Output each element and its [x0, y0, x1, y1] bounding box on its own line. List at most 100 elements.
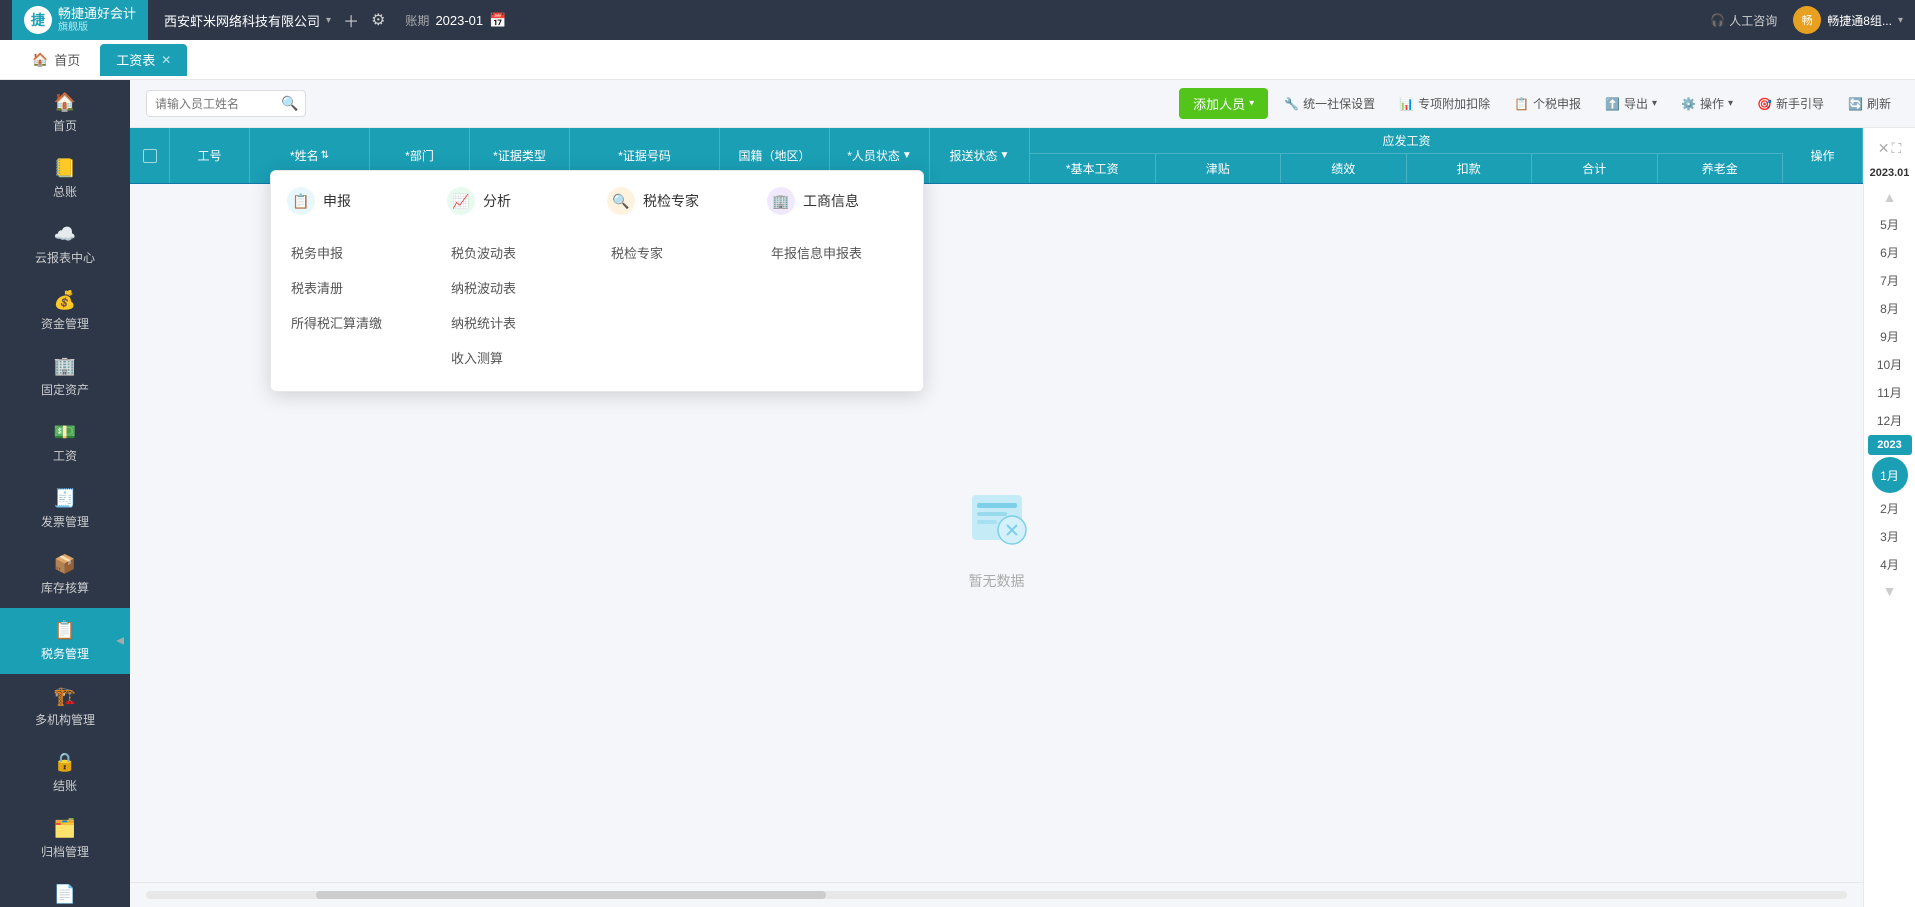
social-insurance-button[interactable]: 🔧 统一社保设置: [1276, 91, 1383, 116]
panel-down-arrow[interactable]: ▼: [1879, 579, 1901, 603]
salary-group-label: 应发工资: [1030, 128, 1783, 154]
tax-wave-item[interactable]: 税负波动表: [447, 235, 587, 270]
cloud-icon: ☁️: [54, 224, 76, 245]
settings-button[interactable]: ⚙: [371, 10, 385, 30]
dropdown-col-header-declare: 📋 申报: [287, 187, 427, 223]
archive-icon: 🗂️: [54, 818, 76, 839]
tax-expert-item[interactable]: 税检专家: [607, 235, 747, 270]
tax-return-button[interactable]: 📋 个税申报: [1506, 91, 1589, 116]
tab-bar: 🏠 首页 工资表 ✕: [0, 40, 1915, 80]
filter-icon[interactable]: ▼: [902, 150, 912, 161]
panel-year: 2023.01: [1870, 167, 1910, 179]
th-performance: 绩效: [1281, 154, 1407, 183]
panel-month-5[interactable]: 5月: [1870, 211, 1910, 237]
th-id: 工号: [170, 128, 250, 183]
sidebar-item-assets[interactable]: 🏢 固定资产: [0, 344, 130, 410]
panel-up-arrow[interactable]: ▲: [1879, 185, 1901, 209]
select-all-checkbox[interactable]: [143, 149, 157, 163]
sidebar-item-cloud-report[interactable]: ☁️ 云报表中心: [0, 212, 130, 278]
th-allowance: 津贴: [1156, 154, 1282, 183]
panel-month-6[interactable]: 6月: [1870, 239, 1910, 265]
salary-icon: 💵: [54, 422, 76, 443]
tax-stat-item[interactable]: 纳税统计表: [447, 305, 587, 340]
add-company-button[interactable]: ＋: [343, 8, 359, 32]
dropdown-col-biz-info: 🏢 工商信息 年报信息申报表: [767, 187, 907, 375]
operate-arrow-icon: ▾: [1728, 98, 1733, 109]
panel-close-icon[interactable]: ✕: [1878, 140, 1890, 157]
panel-month-11[interactable]: 11月: [1870, 379, 1910, 405]
calendar-icon[interactable]: 📅: [489, 12, 506, 29]
sidebar-arrow-icon: ◀: [116, 636, 124, 647]
search-input[interactable]: [155, 97, 275, 111]
h-scrollbar-thumb[interactable]: [316, 891, 826, 899]
th-salary-group: 应发工资 *基本工资 津贴 绩效: [1030, 128, 1783, 183]
add-person-button[interactable]: 添加人员 ▾: [1179, 88, 1268, 119]
export-arrow-icon: ▾: [1652, 98, 1657, 109]
home-nav-icon: 🏠: [54, 92, 76, 113]
ledger-icon: 📒: [54, 158, 76, 179]
fund-icon: 💰: [54, 290, 76, 311]
empty-icon: [957, 475, 1037, 555]
sidebar-item-fund[interactable]: 💰 资金管理: [0, 278, 130, 344]
sidebar-item-archive[interactable]: 🗂️ 归档管理: [0, 806, 130, 872]
sidebar-item-tax[interactable]: 📋 税务管理 ◀: [0, 608, 130, 674]
new-guide-icon: 🎯: [1757, 97, 1772, 111]
special-deduct-button[interactable]: 📊 专项附加扣除: [1391, 91, 1498, 116]
dropdown-col-header-biz: 🏢 工商信息: [767, 187, 907, 223]
service-button[interactable]: 🎧 人工咨询: [1710, 12, 1777, 29]
headset-icon: 🎧: [1710, 13, 1725, 27]
social-insurance-icon: 🔧: [1284, 97, 1299, 111]
refresh-button[interactable]: 🔄 刷新: [1840, 91, 1899, 116]
panel-month-3[interactable]: 3月: [1870, 523, 1910, 549]
period-label: 账期: [405, 12, 429, 29]
tab-salary[interactable]: 工资表 ✕: [100, 44, 187, 76]
panel-expand-icon[interactable]: ⛶: [1891, 140, 1901, 157]
sidebar-item-salary[interactable]: 💵 工资: [0, 410, 130, 476]
toolbar: 🔍 添加人员 ▾ 🔧 统一社保设置 📊 专项附加扣除 📋 个税申报 ⬆️ 导出: [130, 80, 1915, 128]
dropdown-col-tax-expert: 🔍 税检专家 税检专家: [607, 187, 747, 375]
search-wrap: 🔍: [146, 90, 306, 117]
user-button[interactable]: 畅 畅捷通8组... ▾: [1793, 6, 1903, 34]
sidebar-item-multi-org[interactable]: 🏗️ 多机构管理: [0, 674, 130, 740]
new-guide-button[interactable]: 🎯 新手引导: [1749, 91, 1832, 116]
top-header: 捷 畅捷通好会计 旗舰版 西安虾米网络科技有限公司 ▾ ＋ ⚙ 账期 2023-…: [0, 0, 1915, 40]
tax-icon: 📋: [54, 620, 76, 641]
panel-month-8[interactable]: 8月: [1870, 295, 1910, 321]
tax-table-item[interactable]: 税表清册: [287, 270, 427, 305]
panel-month-10[interactable]: 10月: [1870, 351, 1910, 377]
content-area: 🔍 添加人员 ▾ 🔧 统一社保设置 📊 专项附加扣除 📋 个税申报 ⬆️ 导出: [130, 80, 1915, 907]
sidebar-item-close[interactable]: 🔒 结账: [0, 740, 130, 806]
panel-month-9[interactable]: 9月: [1870, 323, 1910, 349]
report-filter-icon[interactable]: ▼: [1000, 150, 1010, 161]
user-chevron-icon: ▾: [1898, 15, 1903, 26]
sidebar-item-xiaochang[interactable]: 📄 小畅报销: [0, 872, 130, 907]
tax-declare-item[interactable]: 税务申报: [287, 235, 427, 270]
panel-month-1-active[interactable]: 1月: [1872, 457, 1908, 493]
th-total: 合计: [1532, 154, 1658, 183]
income-tax-clear-item[interactable]: 所得税汇算清缴: [287, 305, 427, 340]
main-layout: 🏠 首页 📒 总账 ☁️ 云报表中心 💰 资金管理 🏢 固定资产 💵 工资 🧾 …: [0, 80, 1915, 907]
sidebar-item-inventory[interactable]: 📦 库存核算: [0, 542, 130, 608]
company-selector[interactable]: 西安虾米网络科技有限公司 ▾: [164, 11, 331, 30]
dropdown-menu: 📋 申报 税务申报 税表清册 所得税汇算清缴 📈 分析 税负波动表 纳税波动表 …: [270, 170, 924, 392]
export-button[interactable]: ⬆️ 导出 ▾: [1597, 91, 1665, 116]
tab-home[interactable]: 🏠 首页: [16, 44, 96, 76]
inventory-icon: 📦: [54, 554, 76, 575]
tax-wave2-item[interactable]: 纳税波动表: [447, 270, 587, 305]
panel-month-2[interactable]: 2月: [1870, 495, 1910, 521]
th-ops: 操作: [1783, 128, 1863, 183]
right-panel: ✕ ⛶ 2023.01 ▲ 5月 6月 7月 8月 9月 10月 11月 12月…: [1863, 128, 1915, 907]
header-actions: ＋ ⚙: [343, 8, 385, 32]
panel-month-12[interactable]: 12月: [1870, 407, 1910, 433]
operate-button[interactable]: ⚙️ 操作 ▾: [1673, 91, 1741, 116]
sidebar-item-ledger[interactable]: 📒 总账: [0, 146, 130, 212]
refresh-icon: 🔄: [1848, 97, 1863, 111]
panel-month-4[interactable]: 4月: [1870, 551, 1910, 577]
tab-close-icon[interactable]: ✕: [161, 53, 171, 67]
sidebar-item-home[interactable]: 🏠 首页: [0, 80, 130, 146]
th-checkbox: [130, 128, 170, 183]
sidebar-item-invoice[interactable]: 🧾 发票管理: [0, 476, 130, 542]
annual-report-item[interactable]: 年报信息申报表: [767, 235, 907, 270]
income-calc-item[interactable]: 收入测算: [447, 340, 587, 375]
panel-month-7[interactable]: 7月: [1870, 267, 1910, 293]
